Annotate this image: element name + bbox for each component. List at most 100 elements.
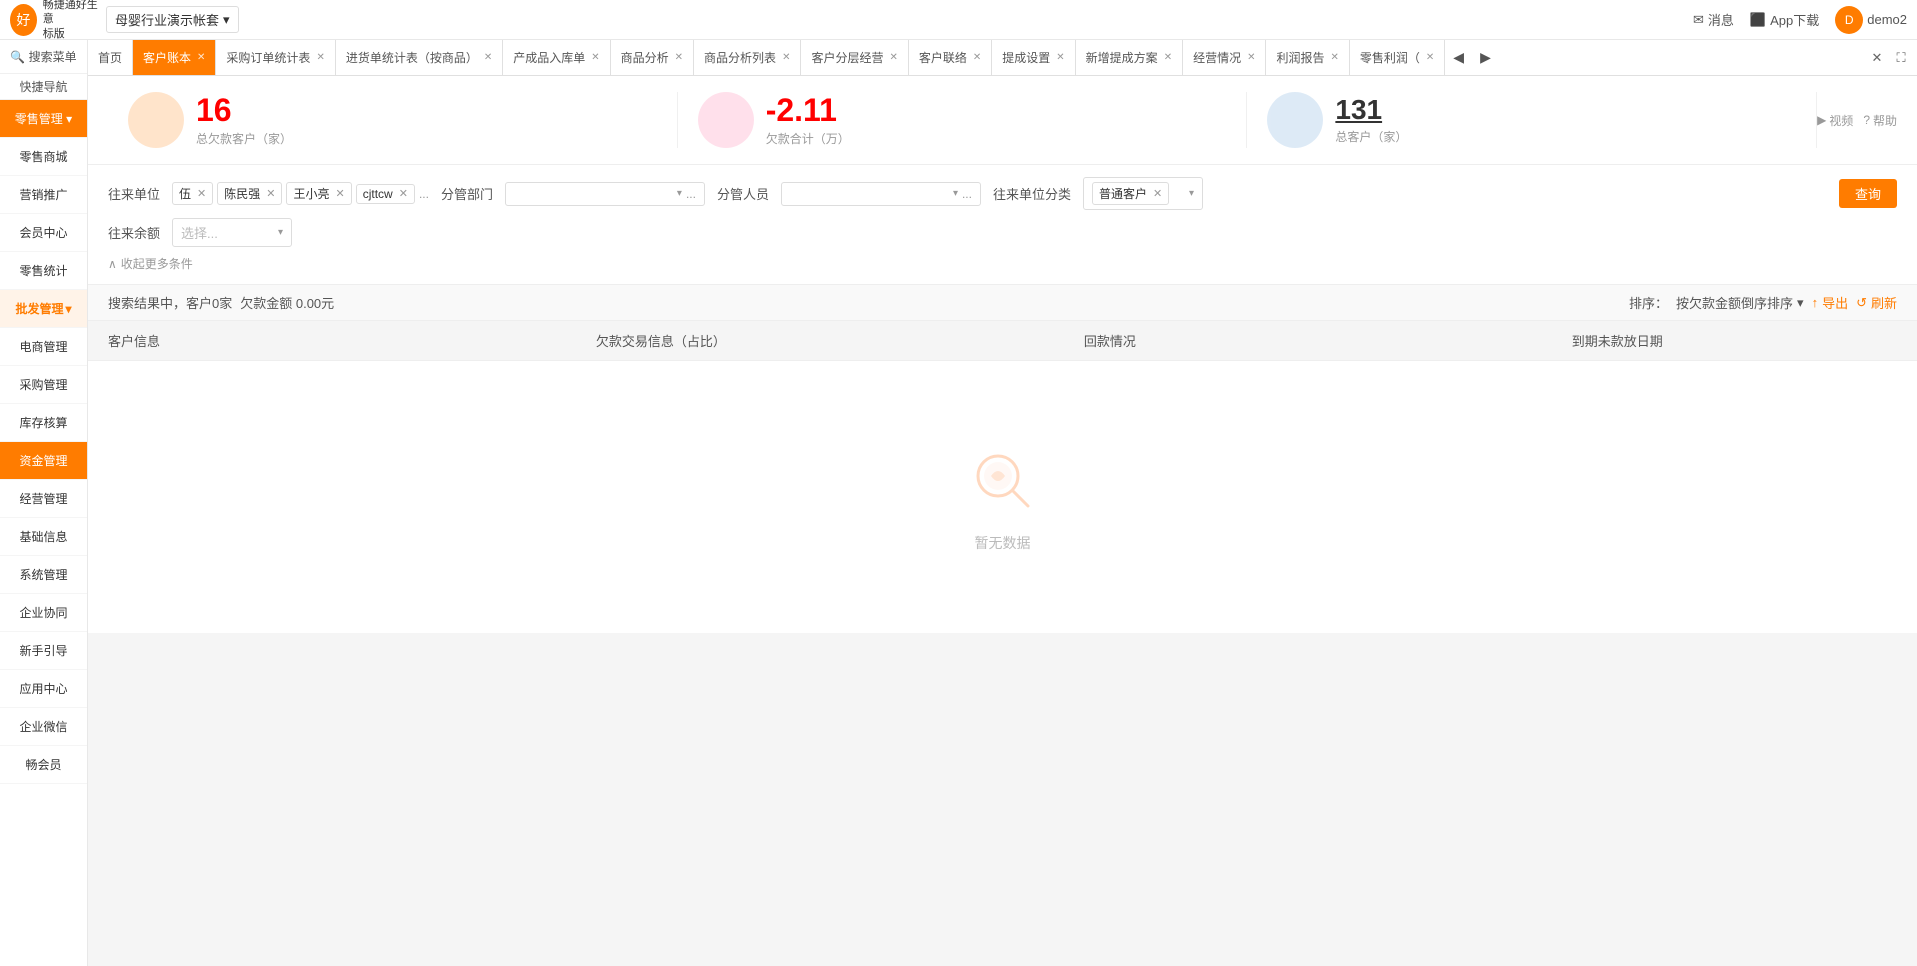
stats-row: ¥ 16 总欠款客户（家） ✦ -2.11 欠款合计（万） ▦ [88,76,1917,165]
logo-text: 畅捷通好生意 标版 [43,0,98,41]
sidebar-item-purchase-mgmt[interactable]: 采购管理 [0,366,87,404]
query-button[interactable]: 查询 [1839,179,1897,208]
filter-dept-more[interactable]: ... [686,187,696,201]
sidebar-item-inventory[interactable]: 库存核算 [0,404,87,442]
table-header-customer-info: 客户信息 [108,331,596,350]
sidebar-item-wholesale-mgmt[interactable]: 批发管理 ▾ [0,290,87,328]
filter-tags: 伍 ✕ 陈民强 ✕ 王小亮 ✕ cjttcw ✕ [172,182,429,205]
tab-close-retail-profit[interactable]: ✕ [1426,52,1434,63]
chevron-down-icon: ▾ [278,227,283,238]
tab-close-profit[interactable]: ✕ [1331,52,1339,63]
filter-person-select[interactable]: ▾ ... [781,182,981,206]
message-button[interactable]: ✉ 消息 [1693,10,1734,29]
table-header-debt-info: 欠款交易信息（占比） [596,331,1084,350]
tab-close-customer-contact[interactable]: ✕ [973,52,981,63]
tab-customer-segment[interactable]: 客户分层经营 ✕ [801,40,908,75]
tab-close-product-stock[interactable]: ✕ [591,52,599,63]
tab-product-analysis[interactable]: 商品分析 ✕ [611,40,694,75]
stat-card-total-customers: ▦ 131 总客户（家） [1247,92,1817,148]
tab-close-purchase[interactable]: ✕ [316,52,324,63]
sidebar-item-retail-stats[interactable]: 零售统计 [0,252,87,290]
tab-product-stock[interactable]: 产成品入库单 ✕ [503,40,610,75]
video-link[interactable]: ▶ 视频 [1817,112,1853,129]
results-bar: 搜索结果中，客户0家 欠款金额 0.00元 排序： 按欠款金额倒序排序 ▾ ↑ … [88,285,1917,321]
collapse-button[interactable]: ∧ 收起更多条件 [108,255,1897,272]
refresh-button[interactable]: ↺ 刷新 [1856,293,1897,312]
tab-close-product-analysis[interactable]: ✕ [675,52,683,63]
stat-icon-yuan: ¥ [128,92,184,148]
stat-card-customers: ¥ 16 总欠款客户（家） [108,92,678,148]
tab-close-accounts-book[interactable]: ✕ [197,52,205,63]
filter-tag-category[interactable]: 普通客户 ✕ [1092,182,1169,205]
tag-remove-cjttcw[interactable]: ✕ [399,187,408,200]
tab-profit-report[interactable]: 利润报告 ✕ [1266,40,1349,75]
filter-row-2: 往来余额 选择... ▾ [108,218,1897,247]
tab-close-inventory[interactable]: ✕ [484,52,492,63]
empty-state: 暂无数据 [88,361,1917,633]
stat-number-customers: 16 [196,94,657,126]
page-content: ¥ 16 总欠款客户（家） ✦ -2.11 欠款合计（万） ▦ [88,76,1917,966]
sidebar-quick-nav[interactable]: 快捷导航 [0,74,87,100]
sidebar-item-retail-shop[interactable]: 零售商城 [0,138,87,176]
sidebar-item-finance-mgmt[interactable]: 资金管理 [0,442,87,480]
sidebar-item-basic-info[interactable]: 基础信息 [0,518,87,556]
tab-close-customer-segment[interactable]: ✕ [889,52,897,63]
sidebar-item-marketing[interactable]: 营销推广 [0,176,87,214]
tab-more-button[interactable]: ◀ [1445,49,1472,66]
sidebar-item-member-vip[interactable]: 畅会员 [0,746,87,784]
filter-tag-wu[interactable]: 伍 ✕ [172,182,213,205]
user-menu-button[interactable]: D demo2 [1835,6,1907,34]
filter-tags-more[interactable]: ... [419,187,429,201]
org-selector[interactable]: 母婴行业演示帐套 ▾ [106,6,239,33]
sidebar-item-enterprise-wechat[interactable]: 企业微信 [0,708,87,746]
tag-remove-wu[interactable]: ✕ [197,187,206,200]
tab-customer-contact[interactable]: 客户联络 ✕ [909,40,992,75]
export-button[interactable]: ↑ 导出 [1812,293,1849,312]
filter-balance-select[interactable]: 选择... ▾ [172,218,292,247]
chevron-up-icon: ∧ [108,257,117,271]
tab-tips-settings[interactable]: 提成设置 ✕ [992,40,1075,75]
sidebar-item-app-center[interactable]: 应用中心 [0,670,87,708]
tab-close-product-analysis-list[interactable]: ✕ [782,52,790,63]
filter-tag-cjttcw[interactable]: cjttcw ✕ [356,184,415,204]
sort-select[interactable]: 按欠款金额倒序排序 ▾ [1676,293,1804,312]
tab-fullscreen-button[interactable]: ⛶ [1891,48,1911,68]
tab-close-all-button[interactable]: ✕ [1867,48,1887,68]
tab-close-new-tips[interactable]: ✕ [1164,52,1172,63]
sidebar-item-retail-mgmt[interactable]: 零售管理 ▾ [0,100,87,138]
filter-tag-chen[interactable]: 陈民强 ✕ [217,182,282,205]
sidebar-item-ops-mgmt[interactable]: 经营管理 [0,480,87,518]
tab-next-button[interactable]: ▶ [1472,49,1499,66]
sidebar-item-member-center[interactable]: 会员中心 [0,214,87,252]
tab-retail-profit[interactable]: 零售利润（ ✕ [1350,40,1445,75]
app-download-button[interactable]: ⬛ App下载 [1750,10,1819,29]
filter-person-more[interactable]: ... [962,187,972,201]
sidebar-item-new-guide[interactable]: 新手引导 [0,632,87,670]
sidebar-item-ecommerce[interactable]: 电商管理 [0,328,87,366]
filter-category-select[interactable]: 普通客户 ✕ ▾ [1083,177,1203,210]
tab-close-business[interactable]: ✕ [1247,52,1255,63]
results-bar-left: 搜索结果中，客户0家 欠款金额 0.00元 [108,293,334,312]
tag-remove-category[interactable]: ✕ [1153,187,1162,200]
tab-inventory-stats[interactable]: 进货单统计表（按商品） ✕ [336,40,503,75]
sidebar-item-system-mgmt[interactable]: 系统管理 [0,556,87,594]
sidebar-item-enterprise-collab[interactable]: 企业协同 [0,594,87,632]
content-area: 首页 客户账本 ✕ 采购订单统计表 ✕ 进货单统计表（按商品） ✕ 产成品入库单… [88,40,1917,966]
tab-accounts-book[interactable]: 客户账本 ✕ [133,40,216,75]
tab-purchase-order-stats[interactable]: 采购订单统计表 ✕ [216,40,335,75]
tag-remove-chen[interactable]: ✕ [266,187,275,200]
tab-home[interactable]: 首页 [88,40,133,75]
stat-label-debt: 欠款合计（万） [766,130,1227,147]
help-link[interactable]: ? 帮助 [1863,112,1897,129]
filter-dept-select[interactable]: ▾ ... [505,182,705,206]
tab-close-tips-settings[interactable]: ✕ [1056,52,1064,63]
logo-area: 好 畅捷通好生意 标版 [10,0,98,41]
tab-product-analysis-list[interactable]: 商品分析列表 ✕ [694,40,801,75]
tab-new-tips[interactable]: 新增提成方案 ✕ [1076,40,1183,75]
tag-remove-wang[interactable]: ✕ [336,187,345,200]
chevron-down-icon: ▾ [677,188,682,199]
tab-business-situation[interactable]: 经营情况 ✕ [1183,40,1266,75]
chevron-icon: ▾ [66,112,72,126]
sidebar-search[interactable]: 🔍 搜索菜单 [0,40,87,74]
filter-tag-wang[interactable]: 王小亮 ✕ [286,182,351,205]
